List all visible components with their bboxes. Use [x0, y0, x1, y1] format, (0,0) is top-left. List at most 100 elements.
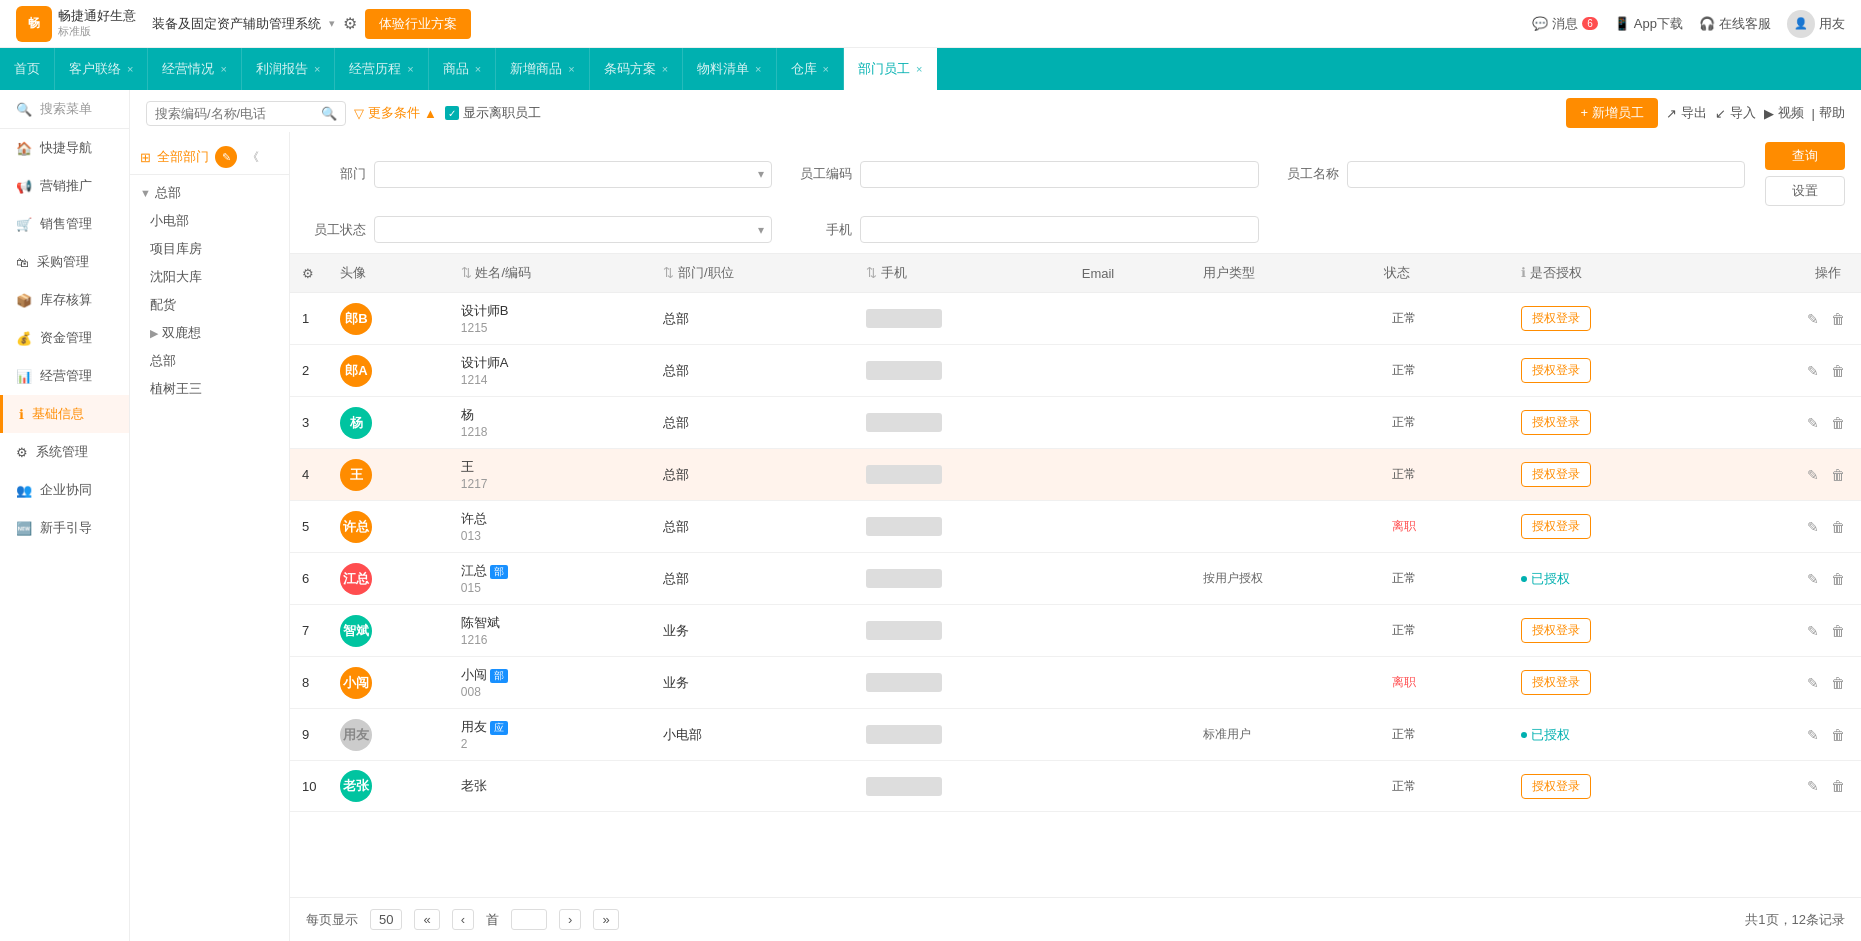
col-name-code[interactable]: ⇅ 姓名/编码 [449, 254, 652, 293]
sidebar-item-sales[interactable]: 🛒 销售管理 [0, 205, 129, 243]
auth-login-button[interactable]: 授权登录 [1521, 670, 1591, 695]
delete-button[interactable]: 🗑 [1827, 776, 1849, 796]
tab-history[interactable]: 经营历程 × [335, 48, 428, 90]
edit-button[interactable]: ✎ [1803, 465, 1823, 485]
sidebar-item-finance[interactable]: 💰 资金管理 [0, 319, 129, 357]
close-icon[interactable]: × [662, 63, 668, 75]
app-download-action[interactable]: 📱 App下载 [1614, 15, 1683, 33]
col-phone[interactable]: ⇅ 手机 [854, 254, 1070, 293]
edit-button[interactable]: ✎ [1803, 413, 1823, 433]
dept-item-zhishu[interactable]: 植树王三 [130, 375, 289, 403]
tab-warehouse[interactable]: 仓库 × [777, 48, 844, 90]
col-settings[interactable]: ⚙ [290, 254, 328, 293]
auth-login-button[interactable]: 授权登录 [1521, 514, 1591, 539]
prev-page-button[interactable]: ‹ [452, 909, 474, 930]
settings-icon[interactable]: ⚙ [302, 266, 314, 281]
trial-button[interactable]: 体验行业方案 [365, 9, 471, 39]
show-inactive-checkbox-area[interactable]: ✓ 显示离职员工 [445, 104, 541, 122]
dept-item-xiangmu[interactable]: 项目库房 [130, 235, 289, 263]
delete-button[interactable]: 🗑 [1827, 413, 1849, 433]
dept-item-zongbu[interactable]: 总部 [130, 347, 289, 375]
edit-button[interactable]: ✎ [1803, 361, 1823, 381]
page-size-value[interactable]: 50 [370, 909, 402, 930]
close-icon[interactable]: × [823, 63, 829, 75]
view-button[interactable]: ▶ 视频 [1764, 104, 1804, 122]
close-icon[interactable]: × [407, 63, 413, 75]
edit-button[interactable]: ✎ [1803, 725, 1823, 745]
auth-login-button[interactable]: 授权登录 [1521, 774, 1591, 799]
auth-login-button[interactable]: 授权登录 [1521, 358, 1591, 383]
user-action[interactable]: 👤 用友 [1787, 10, 1845, 38]
delete-button[interactable]: 🗑 [1827, 569, 1849, 589]
edit-button[interactable]: ✎ [1803, 569, 1823, 589]
edit-button[interactable]: ✎ [1803, 621, 1823, 641]
filter-empcode-input[interactable] [860, 161, 1258, 188]
tab-goods[interactable]: 商品 × [429, 48, 496, 90]
dept-item-peihuo[interactable]: 配货 [130, 291, 289, 319]
auth-login-button[interactable]: 授权登录 [1521, 306, 1591, 331]
edit-button[interactable]: ✎ [1803, 776, 1823, 796]
delete-button[interactable]: 🗑 [1827, 309, 1849, 329]
sidebar-item-marketing[interactable]: 📢 营销推广 [0, 167, 129, 205]
show-inactive-checkbox[interactable]: ✓ [445, 106, 459, 120]
tab-profit[interactable]: 利润报告 × [242, 48, 335, 90]
tab-new-goods[interactable]: 新增商品 × [496, 48, 589, 90]
tab-dept-employee[interactable]: 部门员工 × [844, 48, 937, 90]
sidebar-item-collab[interactable]: 👥 企业协同 [0, 471, 129, 509]
delete-button[interactable]: 🗑 [1827, 517, 1849, 537]
sidebar-item-management[interactable]: 📊 经营管理 [0, 357, 129, 395]
tab-bom[interactable]: 物料清单 × [683, 48, 776, 90]
tab-barcode[interactable]: 条码方案 × [590, 48, 683, 90]
auth-login-button[interactable]: 授权登录 [1521, 410, 1591, 435]
filter-empname-input[interactable] [1347, 161, 1745, 188]
sidebar-search[interactable]: 🔍 搜索菜单 [0, 90, 129, 129]
gear-button[interactable]: ⚙ [343, 14, 357, 33]
close-icon[interactable]: × [568, 63, 574, 75]
system-title-dropdown[interactable]: ▾ [329, 17, 335, 30]
tab-customer[interactable]: 客户联络 × [55, 48, 148, 90]
sidebar-item-guide[interactable]: 🆕 新手引导 [0, 509, 129, 547]
online-service-action[interactable]: 🎧 在线客服 [1699, 15, 1771, 33]
search-icon[interactable]: 🔍 [321, 106, 337, 121]
auth-login-button[interactable]: 授权登录 [1521, 462, 1591, 487]
delete-button[interactable]: 🗑 [1827, 465, 1849, 485]
auth-login-button[interactable]: 授权登录 [1521, 618, 1591, 643]
page-number-input[interactable]: 1 [511, 909, 547, 930]
reset-button[interactable]: 设置 [1765, 176, 1845, 206]
edit-button[interactable]: ✎ [1803, 673, 1823, 693]
close-icon[interactable]: × [755, 63, 761, 75]
tab-operation[interactable]: 经营情况 × [148, 48, 241, 90]
dept-collapse-button[interactable]: 《 [243, 147, 263, 167]
more-conditions-button[interactable]: ▽ 更多条件 ▲ [354, 104, 437, 122]
sidebar-item-purchase[interactable]: 🛍 采购管理 [0, 243, 129, 281]
delete-button[interactable]: 🗑 [1827, 621, 1849, 641]
export-button[interactable]: ↗ 导出 [1666, 104, 1707, 122]
add-employee-button[interactable]: + 新增员工 [1566, 98, 1657, 128]
col-dept-position[interactable]: ⇅ 部门/职位 [651, 254, 854, 293]
edit-button[interactable]: ✎ [1803, 517, 1823, 537]
dept-item-zongbu-root[interactable]: ▼ 总部 [130, 179, 289, 207]
edit-button[interactable]: ✎ [1803, 309, 1823, 329]
sidebar-item-inventory[interactable]: 📦 库存核算 [0, 281, 129, 319]
dept-edit-button[interactable]: ✎ [215, 146, 237, 168]
next-page-button[interactable]: › [559, 909, 581, 930]
first-page-button[interactable]: « [414, 909, 439, 930]
last-page-button[interactable]: » [593, 909, 618, 930]
delete-button[interactable]: 🗑 [1827, 361, 1849, 381]
close-icon[interactable]: × [475, 63, 481, 75]
sidebar-item-basic[interactable]: ℹ 基础信息 [0, 395, 129, 433]
dept-item-xiaodianbu[interactable]: 小电部 [130, 207, 289, 235]
filter-dept-select[interactable] [374, 161, 772, 188]
tab-home[interactable]: 首页 [0, 48, 55, 90]
sidebar-item-system[interactable]: ⚙ 系统管理 [0, 433, 129, 471]
import-button[interactable]: ↙ 导入 [1715, 104, 1756, 122]
dept-item-shuanglu[interactable]: ▶ 双鹿想 [130, 319, 289, 347]
dept-item-shenyang[interactable]: 沈阳大库 [130, 263, 289, 291]
query-button[interactable]: 查询 [1765, 142, 1845, 170]
close-icon[interactable]: × [127, 63, 133, 75]
delete-button[interactable]: 🗑 [1827, 673, 1849, 693]
delete-button[interactable]: 🗑 [1827, 725, 1849, 745]
message-action[interactable]: 💬 消息 6 [1532, 15, 1598, 33]
close-icon[interactable]: × [220, 63, 226, 75]
close-icon[interactable]: × [314, 63, 320, 75]
